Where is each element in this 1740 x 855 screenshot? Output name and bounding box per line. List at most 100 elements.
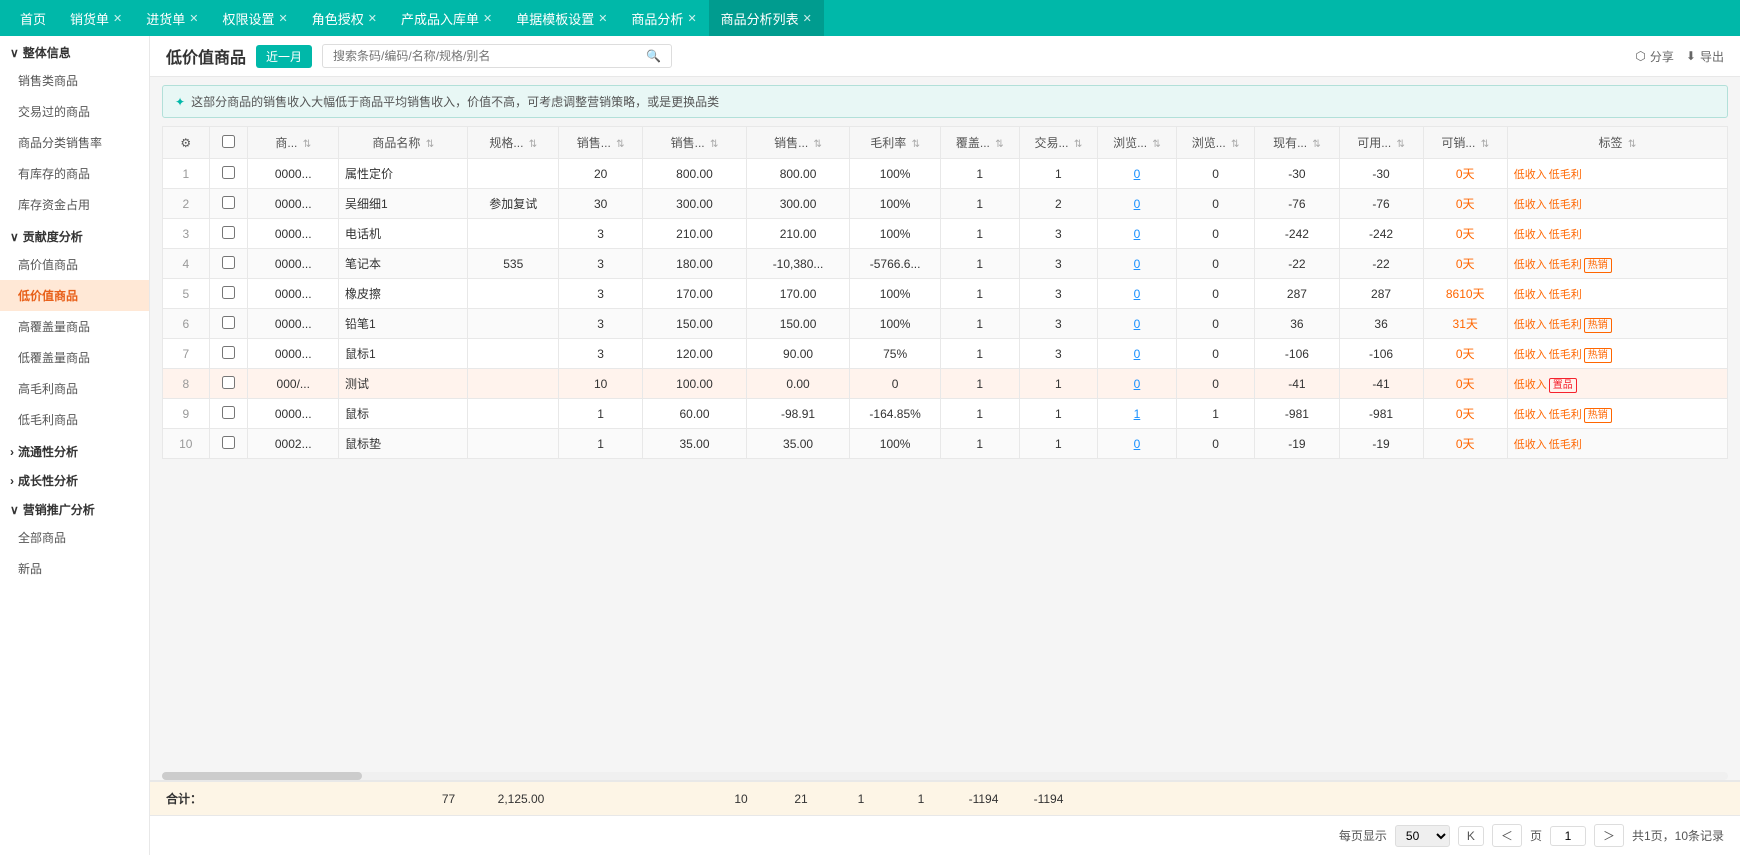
sidebar-item-traded-products[interactable]: 交易过的商品 <box>0 96 149 127</box>
checkbox-cell[interactable] <box>209 159 248 189</box>
checkbox-cell[interactable] <box>209 399 248 429</box>
sidebar-item-inventory-capital[interactable]: 库存资金占用 <box>0 189 149 220</box>
nav-permissions[interactable]: 权限设置 ✕ <box>210 0 299 36</box>
saleable-days-column-header[interactable]: 可销... ⇅ <box>1423 127 1507 159</box>
name-cell[interactable]: 属性定价 <box>339 159 468 189</box>
row-checkbox[interactable] <box>222 196 235 209</box>
sidebar-item-low-coverage[interactable]: 低覆盖量商品 <box>0 342 149 373</box>
browse-link[interactable]: 0 <box>1134 257 1141 271</box>
nav-template-settings[interactable]: 单据模板设置 ✕ <box>504 0 619 36</box>
sales-qty-column-header[interactable]: 销售... ⇅ <box>559 127 643 159</box>
sidebar-group-marketing[interactable]: ∨ 营销推广分析 <box>0 493 149 522</box>
row-checkbox[interactable] <box>222 406 235 419</box>
sidebar-item-high-coverage[interactable]: 高覆盖量商品 <box>0 311 149 342</box>
sidebar-group-growth[interactable]: › 成长性分析 <box>0 464 149 493</box>
browse1-column-header[interactable]: 浏览... ⇅ <box>1098 127 1177 159</box>
close-icon[interactable]: ✕ <box>803 12 812 25</box>
close-icon[interactable]: ✕ <box>368 12 377 25</box>
browse-link[interactable]: 0 <box>1134 317 1141 331</box>
scrollbar-thumb[interactable] <box>162 772 362 780</box>
close-icon[interactable]: ✕ <box>687 12 696 25</box>
name-cell[interactable]: 鼠标 <box>339 399 468 429</box>
checkbox-cell[interactable] <box>209 249 248 279</box>
select-all-checkbox[interactable] <box>222 135 235 148</box>
row-checkbox[interactable] <box>222 376 235 389</box>
name-cell[interactable]: 鼠标1 <box>339 339 468 369</box>
name-cell[interactable]: 鼠标垫 <box>339 429 468 459</box>
row-checkbox[interactable] <box>222 256 235 269</box>
browse1-cell[interactable]: 0 <box>1098 279 1177 309</box>
nav-role-auth[interactable]: 角色授权 ✕ <box>300 0 389 36</box>
code-column-header[interactable]: 商... ⇅ <box>248 127 339 159</box>
sidebar-item-low-margin[interactable]: 低毛利商品 <box>0 404 149 435</box>
page-number-input[interactable] <box>1550 826 1586 846</box>
checkbox-cell[interactable] <box>209 339 248 369</box>
tags-column-header[interactable]: 标签 ⇅ <box>1507 127 1727 159</box>
horizontal-scrollbar[interactable] <box>162 772 1728 780</box>
nav-sales-order[interactable]: 销货单 ✕ <box>58 0 134 36</box>
settings-icon[interactable]: ⚙ <box>180 136 191 150</box>
close-icon[interactable]: ✕ <box>113 12 122 25</box>
checkbox-cell[interactable] <box>209 429 248 459</box>
browse1-cell[interactable]: 0 <box>1098 429 1177 459</box>
sidebar-item-high-margin[interactable]: 高毛利商品 <box>0 373 149 404</box>
sales-amt-column-header[interactable]: 销售... ⇅ <box>643 127 747 159</box>
name-cell[interactable]: 吴细细1 <box>339 189 468 219</box>
sidebar-item-new-products[interactable]: 新品 <box>0 553 149 584</box>
first-page-button[interactable]: K <box>1458 826 1484 846</box>
browse-link[interactable]: 0 <box>1134 227 1141 241</box>
nav-home[interactable]: 首页 <box>8 0 58 36</box>
export-button[interactable]: ⬇ 导出 <box>1686 48 1724 65</box>
sidebar-group-circulation[interactable]: › 流通性分析 <box>0 435 149 464</box>
sidebar-item-high-value[interactable]: 高价值商品 <box>0 249 149 280</box>
transaction-column-header[interactable]: 交易... ⇅ <box>1019 127 1098 159</box>
close-icon[interactable]: ✕ <box>279 12 288 25</box>
browse-link[interactable]: 0 <box>1134 287 1141 301</box>
browse1-cell[interactable]: 0 <box>1098 339 1177 369</box>
checkbox-cell[interactable] <box>209 189 248 219</box>
checkbox-cell[interactable] <box>209 309 248 339</box>
settings-column-header[interactable]: ⚙ <box>163 127 210 159</box>
row-checkbox[interactable] <box>222 166 235 179</box>
nav-product-warehouse[interactable]: 产成品入库单 ✕ <box>389 0 504 36</box>
close-icon[interactable]: ✕ <box>483 12 492 25</box>
sidebar-group-contribution[interactable]: ∨ 贡献度分析 <box>0 220 149 249</box>
share-button[interactable]: ⬡ 分享 <box>1635 48 1674 65</box>
browse-link[interactable]: 0 <box>1134 437 1141 451</box>
sidebar-item-all-products[interactable]: 全部商品 <box>0 522 149 553</box>
browse-link[interactable]: 1 <box>1134 407 1141 421</box>
browse-link[interactable]: 0 <box>1134 167 1141 181</box>
browse1-cell[interactable]: 0 <box>1098 249 1177 279</box>
name-column-header[interactable]: 商品名称 ⇅ <box>339 127 468 159</box>
sidebar-item-sales-products[interactable]: 销售类商品 <box>0 65 149 96</box>
row-checkbox[interactable] <box>222 226 235 239</box>
available-stock-column-header[interactable]: 可用... ⇅ <box>1339 127 1423 159</box>
sidebar-item-low-value[interactable]: 低价值商品 <box>0 280 149 311</box>
next-page-button[interactable]: ＞ <box>1594 824 1624 847</box>
search-icon[interactable]: 🔍 <box>646 49 661 63</box>
browse1-cell[interactable]: 0 <box>1098 309 1177 339</box>
prev-page-button[interactable]: ＜ <box>1492 824 1522 847</box>
browse1-cell[interactable]: 0 <box>1098 219 1177 249</box>
browse-link[interactable]: 0 <box>1134 197 1141 211</box>
browse1-cell[interactable]: 0 <box>1098 159 1177 189</box>
row-checkbox[interactable] <box>222 286 235 299</box>
spec-column-header[interactable]: 规格... ⇅ <box>468 127 559 159</box>
nav-product-analysis[interactable]: 商品分析 ✕ <box>619 0 708 36</box>
name-cell[interactable]: 橡皮擦 <box>339 279 468 309</box>
browse1-cell[interactable]: 0 <box>1098 189 1177 219</box>
browse-link[interactable]: 0 <box>1134 347 1141 361</box>
gross-margin-column-header[interactable]: 毛利率 ⇅ <box>850 127 941 159</box>
sales-profit-column-header[interactable]: 销售... ⇅ <box>746 127 850 159</box>
row-checkbox[interactable] <box>222 316 235 329</box>
row-checkbox[interactable] <box>222 346 235 359</box>
name-cell[interactable]: 测试 <box>339 369 468 399</box>
filter-button[interactable]: 近一月 <box>256 45 312 68</box>
coverage-column-header[interactable]: 覆盖... ⇅ <box>940 127 1019 159</box>
sidebar-item-in-stock-products[interactable]: 有库存的商品 <box>0 158 149 189</box>
name-cell[interactable]: 笔记本 <box>339 249 468 279</box>
checkbox-cell[interactable] <box>209 279 248 309</box>
browse2-column-header[interactable]: 浏览... ⇅ <box>1176 127 1255 159</box>
per-page-select[interactable]: 50 100 200 <box>1395 825 1450 847</box>
sidebar-item-category-rate[interactable]: 商品分类销售率 <box>0 127 149 158</box>
